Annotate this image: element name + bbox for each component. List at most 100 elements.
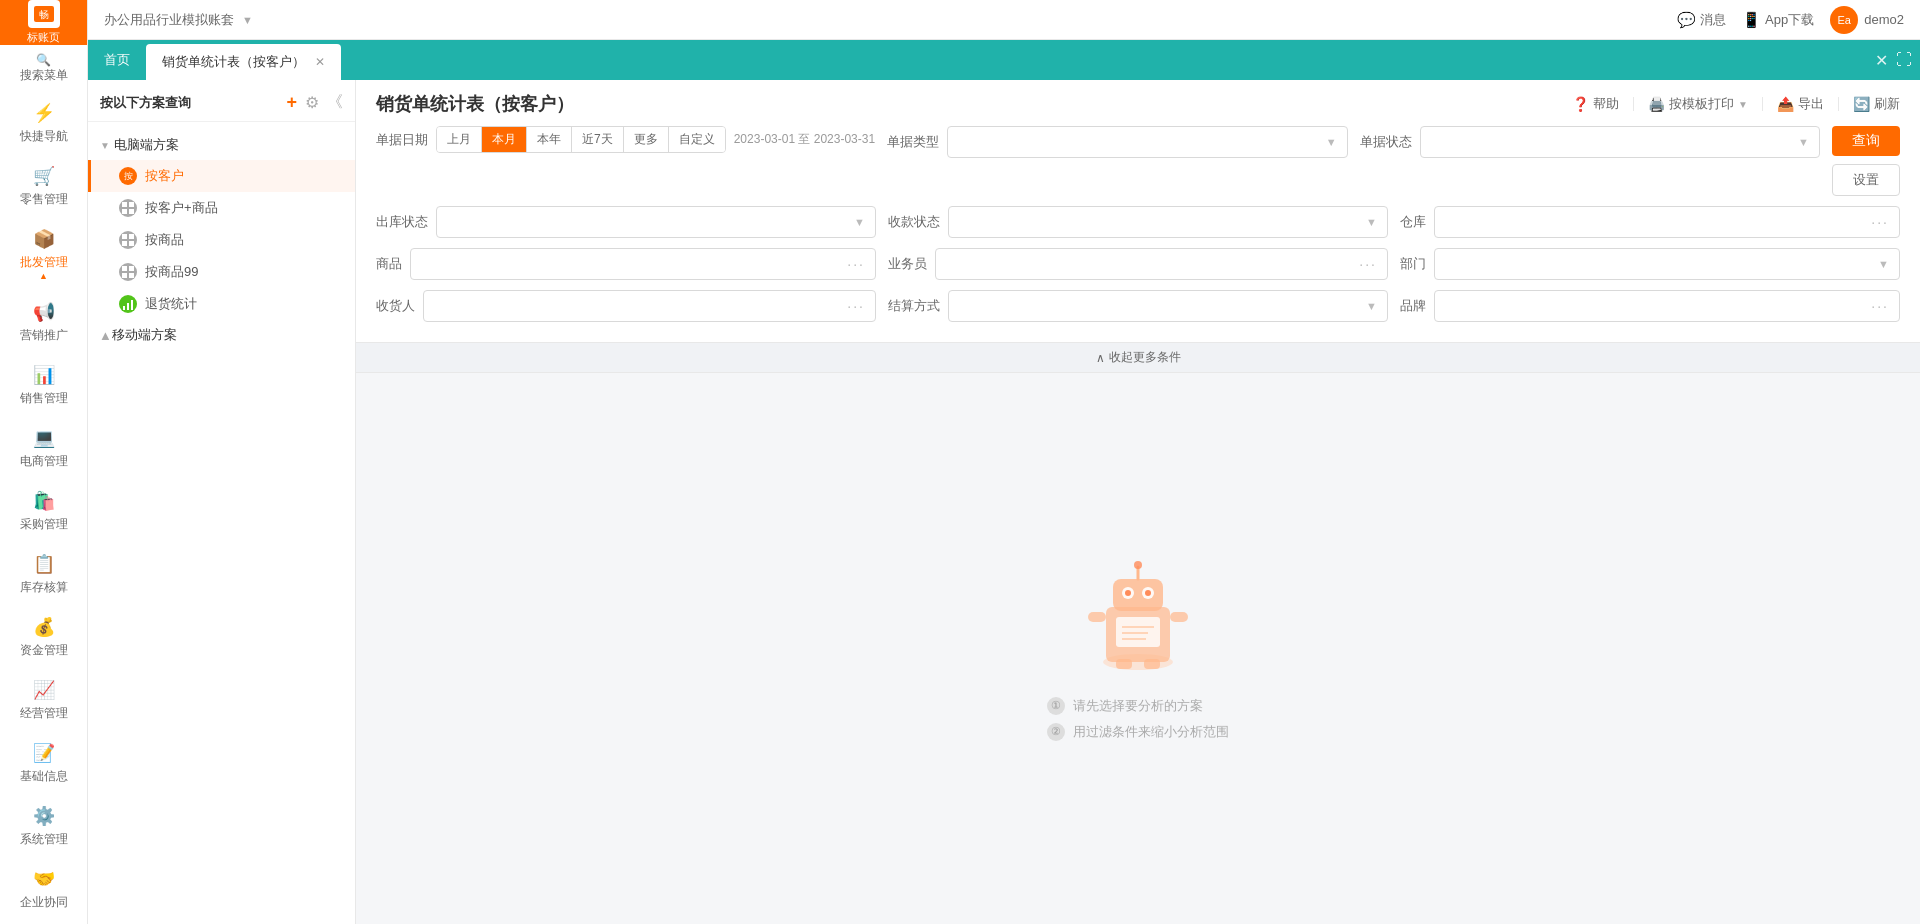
date-btn-7days[interactable]: 近7天 <box>572 127 624 152</box>
svg-rect-9 <box>129 241 134 246</box>
app-download-btn[interactable]: 📱 App下载 <box>1742 11 1814 29</box>
tab-home[interactable]: 首页 <box>88 40 146 80</box>
scheme-item-return-stat[interactable]: 退货统计 <box>88 288 355 320</box>
sidebar-item-inventory[interactable]: 📋 库存核算 <box>0 543 88 606</box>
collect-status-select[interactable]: ▼ <box>948 206 1388 238</box>
inventory-icon: 📋 <box>33 553 55 575</box>
svg-rect-13 <box>129 273 134 278</box>
sidebar-item-wholesale[interactable]: 📦 批发管理 ▲ <box>0 218 88 291</box>
message-icon: 💬 <box>1677 11 1696 29</box>
empty-tip-1: ① 请先选择要分析的方案 <box>1047 697 1229 715</box>
sidebar-item-system[interactable]: ⚙️ 系统管理 <box>0 795 88 858</box>
tab-maximize-btn[interactable]: ⛶ <box>1896 51 1912 69</box>
scheme-item-by-customer[interactable]: 按 按客户 <box>88 160 355 192</box>
scheme-group-header-pc[interactable]: ▼ 电脑端方案 <box>88 130 355 160</box>
settle-method-select[interactable]: ▼ <box>948 290 1388 322</box>
order-status-dropdown-icon: ▼ <box>1798 136 1809 148</box>
message-btn[interactable]: 💬 消息 <box>1677 11 1726 29</box>
breadcrumb-arrow[interactable]: ▼ <box>242 14 253 26</box>
add-scheme-btn[interactable]: + <box>286 92 297 113</box>
sidebar-item-basic[interactable]: 📝 基础信息 <box>0 732 88 795</box>
out-status-select[interactable]: ▼ <box>436 206 876 238</box>
date-btn-last-month[interactable]: 上月 <box>437 127 482 152</box>
date-label: 单据日期 <box>376 131 428 149</box>
help-label: 帮助 <box>1593 95 1619 113</box>
username: demo2 <box>1864 12 1904 27</box>
svg-rect-4 <box>122 209 127 214</box>
query-button[interactable]: 查询 <box>1832 126 1900 156</box>
tip2-num: ② <box>1047 723 1065 741</box>
export-btn[interactable]: 📤 导出 <box>1777 95 1824 113</box>
expand-arrow-icon: ▼ <box>100 140 110 151</box>
refresh-icon: 🔄 <box>1853 96 1870 112</box>
order-type-select[interactable]: ▼ <box>947 126 1347 158</box>
page-actions: ❓ 帮助 🖨️ 按模板打印 ▼ 📤 导出 <box>1572 95 1900 113</box>
sidebar-item-finance[interactable]: 💰 资金管理 <box>0 606 88 669</box>
settle-method-dropdown-icon: ▼ <box>1366 300 1377 312</box>
sidebar-item-label: 批发管理 <box>20 254 68 271</box>
logo-icon: 畅 <box>28 0 60 28</box>
receiver-filter: 收货人 ··· <box>376 290 876 322</box>
settle-method-label: 结算方式 <box>888 297 940 315</box>
sidebar-item-label: 采购管理 <box>20 516 68 533</box>
collect-status-filter: 收款状态 ▼ <box>888 206 1388 238</box>
salesperson-dots-icon: ··· <box>1359 256 1377 272</box>
scheme-item-label: 退货统计 <box>145 295 197 313</box>
message-label: 消息 <box>1700 11 1726 29</box>
tip2-text: 用过滤条件来缩小分析范围 <box>1073 723 1229 741</box>
order-status-select[interactable]: ▼ <box>1420 126 1820 158</box>
date-btn-this-month[interactable]: 本月 <box>482 127 526 152</box>
header-right: 💬 消息 📱 App下载 Ea demo2 <box>1677 6 1904 34</box>
sidebar-item-label: 搜索菜单 <box>20 67 68 84</box>
avatar: Ea <box>1830 6 1858 34</box>
scheme-item-by-goods[interactable]: 按商品 <box>88 224 355 256</box>
out-status-dropdown-icon: ▼ <box>854 216 865 228</box>
help-btn[interactable]: ❓ 帮助 <box>1572 95 1619 113</box>
tab-close-btn[interactable]: ✕ <box>1875 51 1888 70</box>
export-icon: 📤 <box>1777 96 1794 112</box>
salesperson-label: 业务员 <box>888 255 927 273</box>
refresh-btn[interactable]: 🔄 刷新 <box>1853 95 1900 113</box>
sidebar-item-marketing[interactable]: 📢 营销推广 <box>0 291 88 354</box>
salesperson-select[interactable]: ··· <box>935 248 1388 280</box>
sidebar-item-quick-nav[interactable]: ⚡ 快捷导航 <box>0 92 88 155</box>
collapse-filter-btn[interactable]: ∧ 收起更多条件 <box>356 342 1920 372</box>
scheme-icon-goods <box>119 231 137 249</box>
svg-rect-7 <box>129 234 134 239</box>
order-status-filter: 单据状态 ▼ <box>1360 126 1820 158</box>
sidebar-item-search[interactable]: 🔍 搜索菜单 <box>0 45 88 92</box>
sidebar-item-operation[interactable]: 📈 经营管理 <box>0 669 88 732</box>
brand-select[interactable]: ··· <box>1434 290 1900 322</box>
sidebar-item-purchase[interactable]: 🛍️ 采购管理 <box>0 480 88 543</box>
settings-scheme-btn[interactable]: ⚙ <box>305 93 319 112</box>
sidebar-logo[interactable]: 畅 标账页 <box>0 0 88 45</box>
tip1-text: 请先选择要分析的方案 <box>1073 697 1203 715</box>
sidebar-item-enterprise[interactable]: 🤝 企业协同 <box>0 858 88 921</box>
sidebar-item-sales[interactable]: 📊 销售管理 <box>0 354 88 417</box>
breadcrumb: 办公用品行业模拟账套 <box>104 11 234 29</box>
marketing-icon: 📢 <box>33 301 55 323</box>
svg-rect-30 <box>1088 612 1106 622</box>
scheme-group-header-mobile[interactable]: ▶ 移动端方案 <box>88 320 355 350</box>
quick-nav-icon: ⚡ <box>33 102 55 124</box>
order-type-filter: 单据类型 ▼ <box>887 126 1347 158</box>
tab-close-icon[interactable]: ✕ <box>315 55 325 69</box>
collapse-panel-btn[interactable]: 《 <box>327 92 343 113</box>
user-menu[interactable]: Ea demo2 <box>1830 6 1904 34</box>
goods-select[interactable]: ··· <box>410 248 876 280</box>
date-btn-this-year[interactable]: 本年 <box>526 127 572 152</box>
date-btn-more[interactable]: 更多 <box>624 127 669 152</box>
warehouse-select[interactable]: ··· <box>1434 206 1900 238</box>
settings-button[interactable]: 设置 <box>1832 164 1900 196</box>
scheme-item-customer-goods[interactable]: 按客户+商品 <box>88 192 355 224</box>
sidebar-item-ecommerce[interactable]: 💻 电商管理 <box>0 417 88 480</box>
template-print-btn[interactable]: 🖨️ 按模板打印 ▼ <box>1648 95 1748 113</box>
date-btn-custom[interactable]: 自定义 <box>669 127 725 152</box>
dept-select[interactable]: ▼ <box>1434 248 1900 280</box>
sidebar-item-retail[interactable]: 🛒 零售管理 <box>0 155 88 218</box>
sidebar-item-label: 企业协同 <box>20 894 68 911</box>
brand-filter: 品牌 ··· <box>1400 290 1900 322</box>
receiver-select[interactable]: ··· <box>423 290 876 322</box>
scheme-item-by-goods-99[interactable]: 按商品99 <box>88 256 355 288</box>
tab-sales-stat[interactable]: 销货单统计表（按客户） ✕ <box>146 44 341 80</box>
